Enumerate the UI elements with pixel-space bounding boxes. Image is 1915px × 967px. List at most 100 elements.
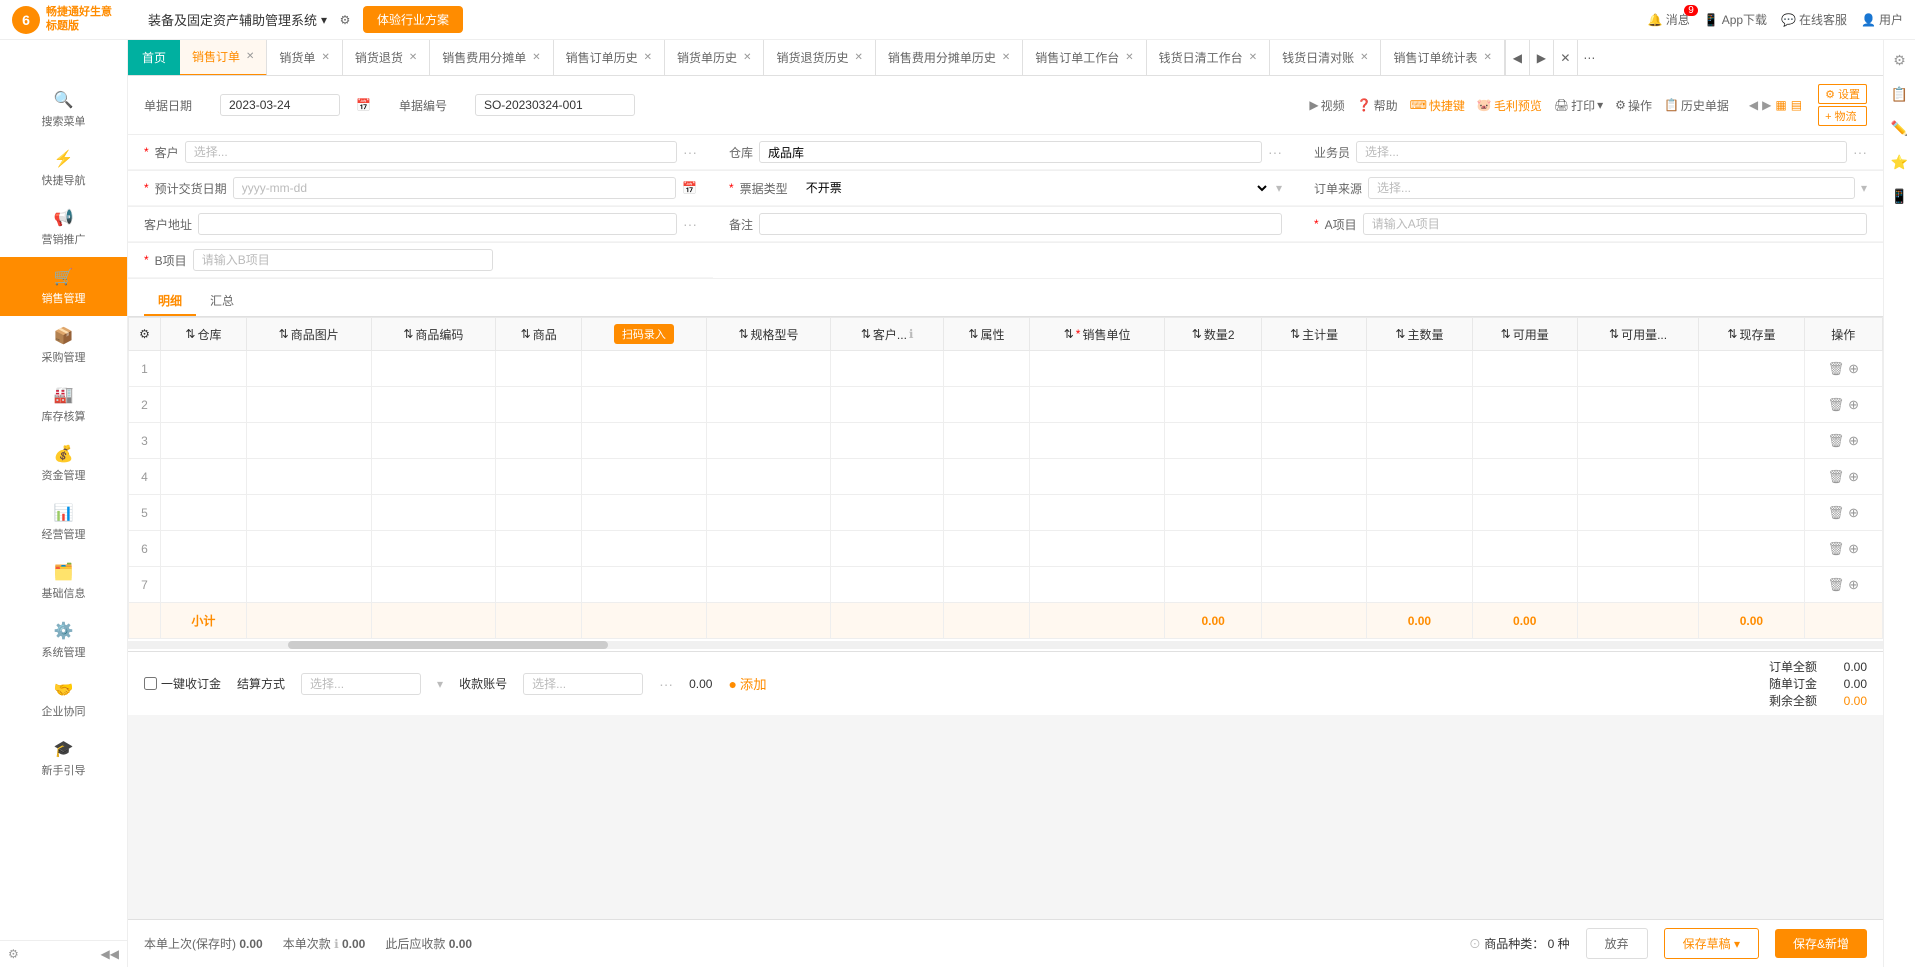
customer-input[interactable] <box>185 141 677 163</box>
tab-home[interactable]: 首页 <box>128 40 180 76</box>
col-header-sales-unit[interactable]: ⇅*销售单位 <box>1029 318 1164 351</box>
col-header-current-stock[interactable]: ⇅现存量 <box>1699 318 1804 351</box>
row-delete-button[interactable]: 🗑 <box>1828 397 1845 413</box>
tab-sales-invoice-history[interactable]: 销货单历史 ✕ <box>665 40 764 76</box>
tab-cash-workbench[interactable]: 钱货日清工作台 ✕ <box>1147 40 1270 76</box>
tab-close-icon[interactable]: ✕ <box>644 52 652 63</box>
history-link[interactable]: 📋 历史单据 <box>1664 97 1729 114</box>
tab-close-icon[interactable]: ✕ <box>1484 52 1492 63</box>
settlement-input[interactable] <box>301 673 421 695</box>
col-header-product[interactable]: ⇅商品 <box>496 318 582 351</box>
row-copy-button[interactable]: ⊕ <box>1848 361 1859 377</box>
tab-close-icon[interactable]: ✕ <box>532 52 540 63</box>
note-input[interactable] <box>759 213 1282 235</box>
right-panel-icon-5[interactable]: 📱 <box>1888 184 1912 208</box>
tab-close-icon[interactable]: ✕ <box>1360 52 1368 63</box>
receipt-dots-btn[interactable]: ··· <box>659 676 673 692</box>
industry-solution-button[interactable]: 体验行业方案 <box>363 6 463 33</box>
operations-link[interactable]: ⚙ 操作 <box>1615 97 1652 114</box>
header-nav-prev[interactable]: ◀ <box>1749 98 1758 112</box>
col-header-customer-code[interactable]: ⇅客户...ℹ <box>831 318 944 351</box>
row-delete-button[interactable]: 🗑 <box>1828 469 1845 485</box>
salesperson-dots-btn[interactable]: ··· <box>1853 144 1867 160</box>
draft-dropdown-icon[interactable]: ▾ <box>1734 937 1740 951</box>
b-project-input[interactable] <box>193 249 493 271</box>
add-payment-button[interactable]: ● 添加 <box>728 674 766 693</box>
tab-expense-split-history[interactable]: 销售费用分摊单历史 ✕ <box>876 40 1023 76</box>
col-header-available[interactable]: ⇅可用量 <box>1472 318 1577 351</box>
tab-sales-expense-split[interactable]: 销售费用分摊单 ✕ <box>430 40 553 76</box>
calendar-icon[interactable]: 📅 <box>356 98 371 112</box>
help-link[interactable]: ❓ 帮助 <box>1357 97 1398 114</box>
scan-button[interactable]: 扫码录入 <box>614 324 674 344</box>
print-dropdown-icon[interactable]: ▾ <box>1597 98 1603 112</box>
single-date-input[interactable] <box>220 94 340 116</box>
expected-date-calendar-icon[interactable]: 📅 <box>682 181 697 195</box>
one-click-collect-check[interactable] <box>144 677 157 690</box>
notification-bell[interactable]: 🔔 9 消息 <box>1648 11 1690 28</box>
warehouse-dots-btn[interactable]: ··· <box>1268 144 1282 160</box>
row-delete-button[interactable]: 🗑 <box>1828 433 1845 449</box>
tab-close-all-button[interactable]: ✕ <box>1553 40 1577 76</box>
col-header-product-code[interactable]: ⇅商品编码 <box>371 318 496 351</box>
row-delete-button[interactable]: 🗑 <box>1828 505 1845 521</box>
tab-sales-order-history[interactable]: 销售订单历史 ✕ <box>554 40 665 76</box>
sidebar-item-system[interactable]: ⚙️ 系统管理 <box>0 611 127 670</box>
col-header-spec[interactable]: ⇅规格型号 <box>706 318 831 351</box>
sidebar-item-enterprise[interactable]: 🤝 企业协同 <box>0 670 127 729</box>
warehouse-input[interactable] <box>759 141 1262 163</box>
sidebar-item-inventory[interactable]: 🏭 库存核算 <box>0 375 127 434</box>
sidebar-item-search[interactable]: 🔍 搜索菜单 <box>0 80 127 139</box>
user-menu[interactable]: 👤 用户 <box>1861 11 1903 28</box>
tab-close-icon[interactable]: ✕ <box>1002 52 1010 63</box>
sidebar-item-finance[interactable]: 💰 资金管理 <box>0 434 127 493</box>
row-copy-button[interactable]: ⊕ <box>1848 433 1859 449</box>
addr-dots-btn[interactable]: ··· <box>683 216 697 232</box>
row-delete-button[interactable]: 🗑 <box>1828 361 1845 377</box>
tab-sales-return-history[interactable]: 销货退货历史 ✕ <box>764 40 875 76</box>
row-copy-button[interactable]: ⊕ <box>1848 541 1859 557</box>
sidebar-item-shortcuts[interactable]: ⚡ 快捷导航 <box>0 139 127 198</box>
tab-sales-invoice[interactable]: 销货单 ✕ <box>267 40 342 76</box>
single-no-input[interactable] <box>475 94 635 116</box>
sidebar-item-sales[interactable]: 🛒 销售管理 <box>0 257 127 316</box>
settings-button[interactable]: ⚙ 设置 <box>1818 84 1867 104</box>
tab-close-icon[interactable]: ✕ <box>1125 52 1133 63</box>
tab-prev-button[interactable]: ◀ <box>1505 40 1529 76</box>
settlement-dropdown-icon[interactable]: ▾ <box>437 677 443 691</box>
sidebar-item-purchase[interactable]: 📦 采购管理 <box>0 316 127 375</box>
sidebar-item-guide[interactable]: 🎓 新手引导 <box>0 729 127 788</box>
expected-date-input[interactable] <box>233 177 676 199</box>
col-header-qty2[interactable]: ⇅数量2 <box>1165 318 1262 351</box>
right-panel-icon-3[interactable]: ✏️ <box>1888 116 1912 140</box>
customer-dots-btn[interactable]: ··· <box>683 144 697 160</box>
settings-icon[interactable]: ⚙ <box>335 10 355 30</box>
tab-sales-order[interactable]: 销售订单 ✕ <box>180 40 267 76</box>
a-project-input[interactable] <box>1363 213 1867 235</box>
sidebar-settings-icon[interactable]: ⚙ <box>8 947 19 961</box>
row-copy-button[interactable]: ⊕ <box>1848 577 1859 593</box>
shortcut-link[interactable]: ⌨ 快捷键 <box>1410 97 1465 114</box>
col-header-available2[interactable]: ⇅可用量... <box>1577 318 1698 351</box>
sidebar-item-operations[interactable]: 📊 经营管理 <box>0 493 127 552</box>
sidebar-item-marketing[interactable]: 📢 营销推广 <box>0 198 127 257</box>
col-header-product-img[interactable]: ⇅商品图片 <box>246 318 371 351</box>
ticket-type-select[interactable]: 不开票 增值税普票 增值税专票 <box>794 177 1270 199</box>
tab-more-button[interactable]: ⋯ <box>1577 40 1601 76</box>
app-download-link[interactable]: 📱 App下载 <box>1704 11 1767 28</box>
row-delete-button[interactable]: 🗑 <box>1828 541 1845 557</box>
tab-sales-workbench[interactable]: 销售订单工作台 ✕ <box>1023 40 1146 76</box>
col-header-attribute[interactable]: ⇅属性 <box>944 318 1030 351</box>
customer-addr-input[interactable] <box>198 213 677 235</box>
save-draft-button[interactable]: 保存草稿 ▾ <box>1664 928 1759 959</box>
col-header-main-qty[interactable]: ⇅主数量 <box>1367 318 1472 351</box>
col-header-warehouse[interactable]: ⇅仓库 <box>161 318 247 351</box>
col-header-scan[interactable]: 扫码录入 <box>582 318 707 351</box>
save-new-button[interactable]: 保存&新增 <box>1775 929 1867 958</box>
tab-sub-detail[interactable]: 明细 <box>144 287 196 316</box>
tab-close-icon[interactable]: ✕ <box>1249 52 1257 63</box>
system-name-dropdown[interactable]: 装备及固定资产辅助管理系统 ▾ <box>140 10 327 29</box>
discard-button[interactable]: 放弃 <box>1586 928 1648 959</box>
col-header-settings[interactable]: ⚙ <box>129 318 161 351</box>
header-nav-next[interactable]: ▶ <box>1762 98 1771 112</box>
